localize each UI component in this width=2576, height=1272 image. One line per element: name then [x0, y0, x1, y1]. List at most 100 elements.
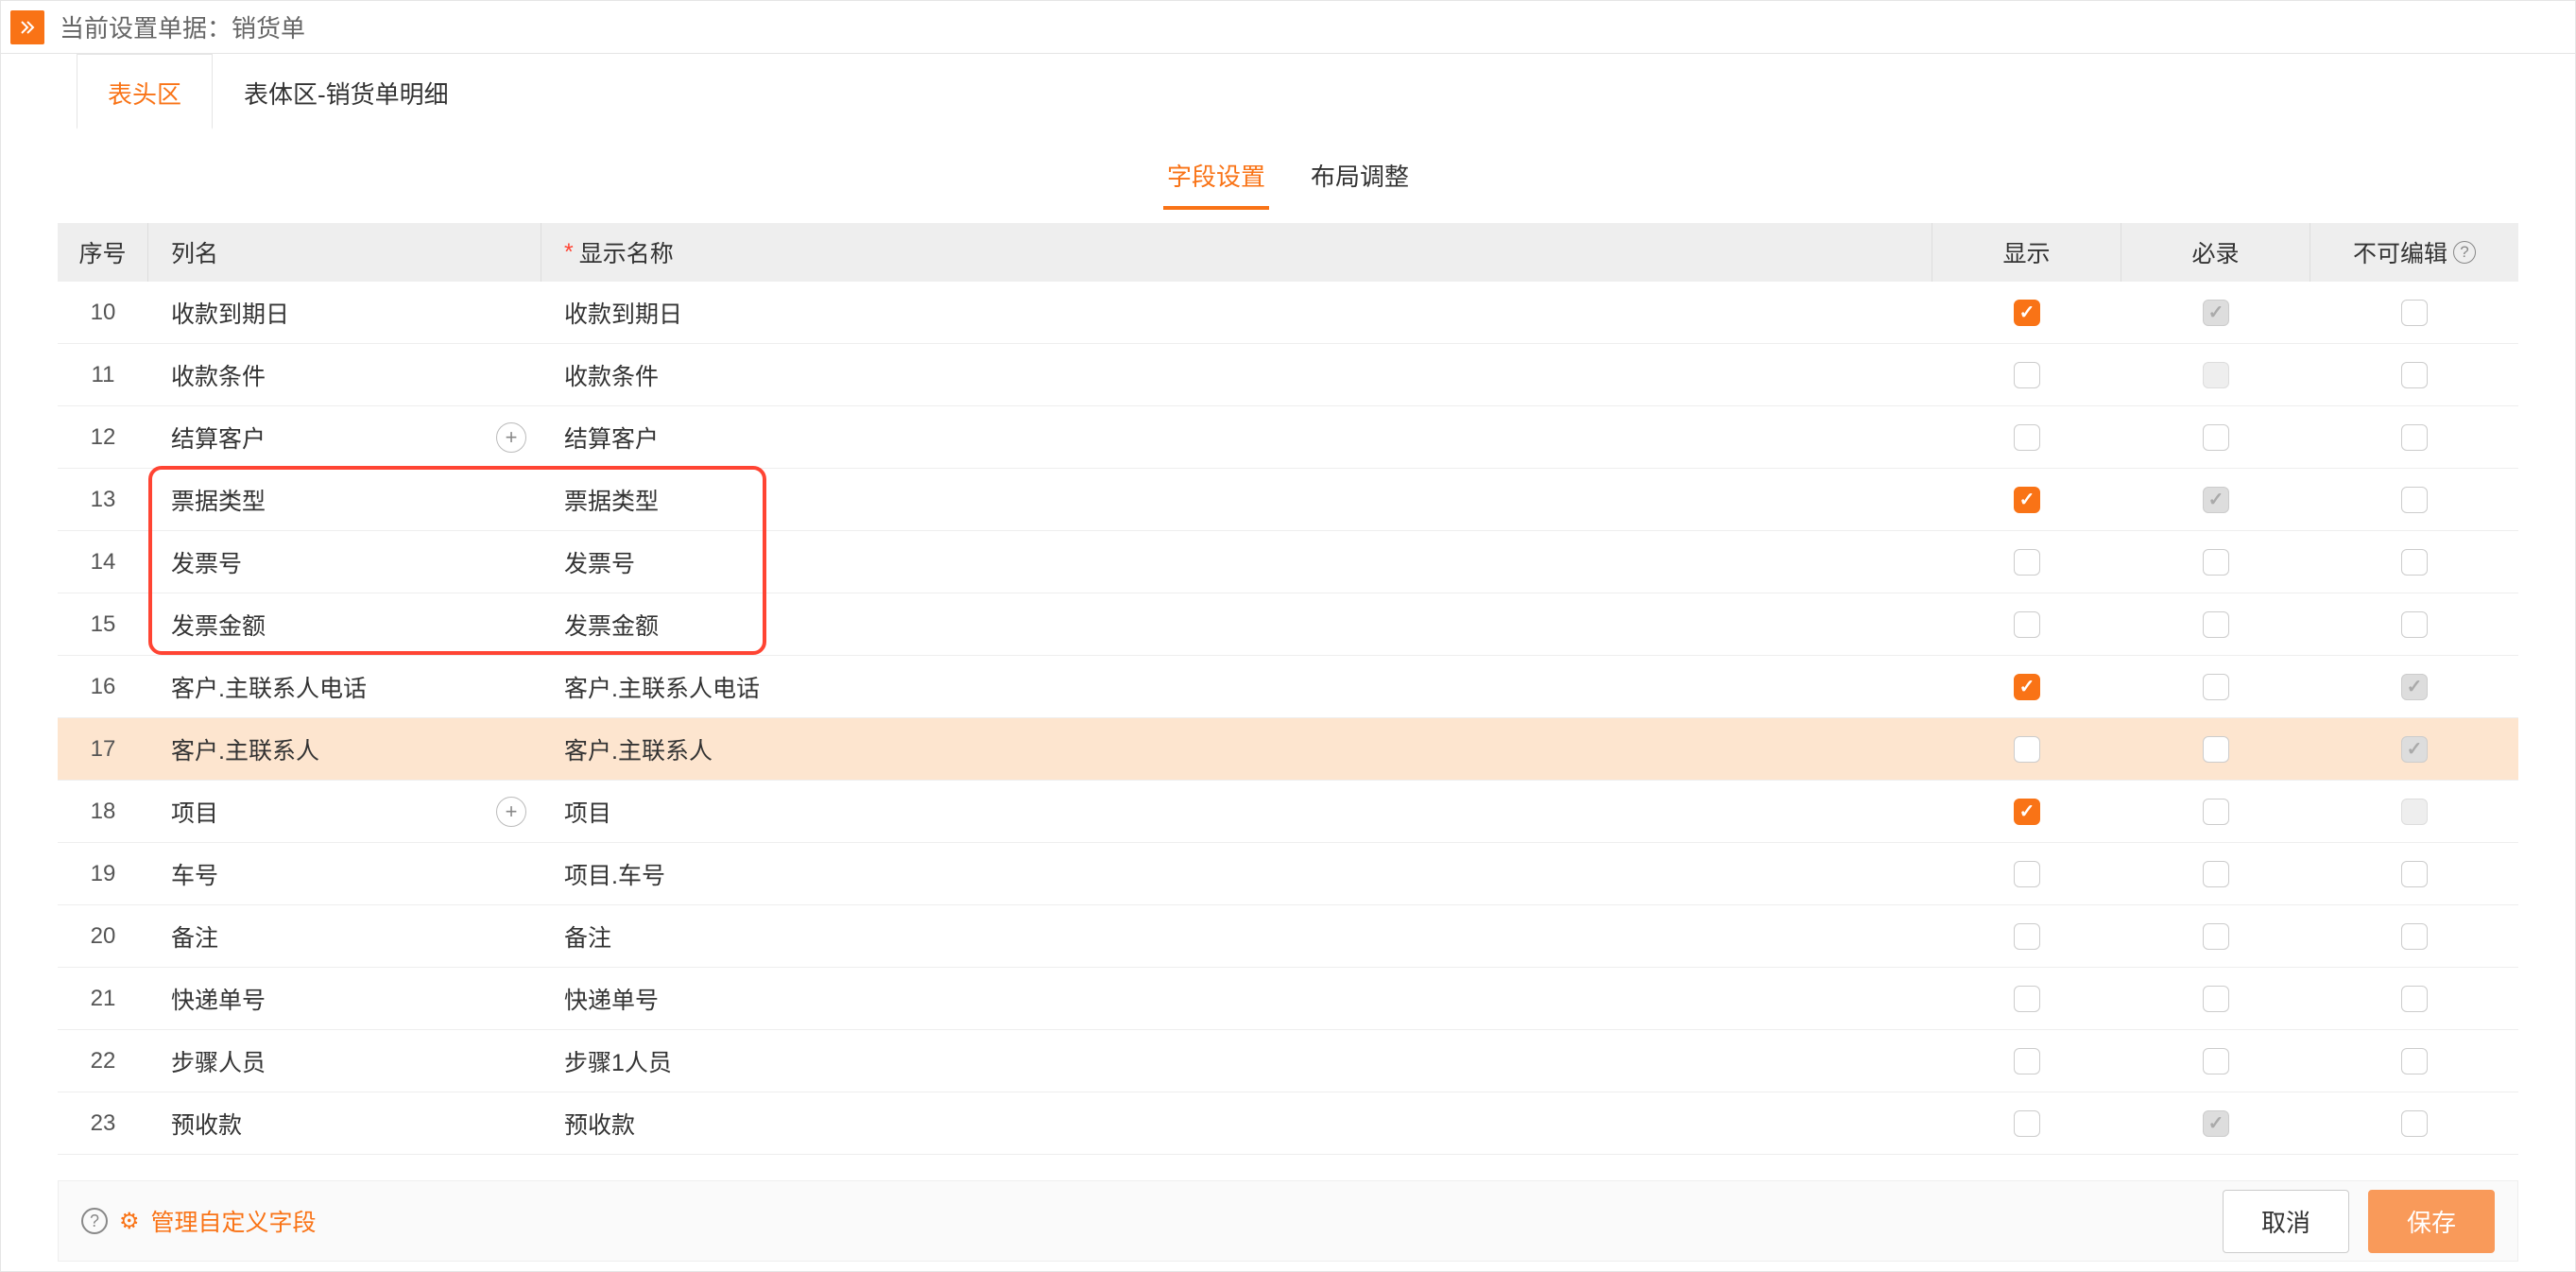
table-row: 13票据类型票据类型 [58, 469, 2518, 531]
row-show-cell [1932, 593, 2121, 655]
th-display-name-text: 显示名称 [579, 235, 674, 269]
chevron-right-double-icon [20, 20, 35, 35]
row-display-name[interactable]: 备注 [541, 905, 1932, 967]
bottom-bar: ? ⚙ 管理自定义字段 取消 保存 [58, 1180, 2518, 1262]
required-checkbox [2203, 362, 2229, 388]
row-display-name[interactable]: 发票号 [541, 531, 1932, 593]
expand-toggle[interactable] [10, 10, 44, 44]
add-sub-field-button[interactable]: + [496, 422, 526, 453]
noedit-checkbox[interactable] [2401, 923, 2428, 950]
row-noedit-cell [2310, 656, 2518, 717]
table-row: 19车号项目.车号 [58, 843, 2518, 905]
show-checkbox[interactable] [2014, 300, 2040, 326]
row-index: 19 [58, 843, 148, 904]
show-checkbox[interactable] [2014, 923, 2040, 950]
table-row: 21快递单号快递单号 [58, 968, 2518, 1030]
row-display-name[interactable]: 项目.车号 [541, 843, 1932, 904]
cancel-button[interactable]: 取消 [2223, 1190, 2349, 1253]
show-checkbox[interactable] [2014, 861, 2040, 887]
required-checkbox[interactable] [2203, 549, 2229, 576]
row-index: 10 [58, 282, 148, 343]
show-checkbox[interactable] [2014, 549, 2040, 576]
show-checkbox[interactable] [2014, 986, 2040, 1012]
noedit-checkbox[interactable] [2401, 362, 2428, 388]
th-display-name: * 显示名称 [541, 223, 1932, 282]
row-display-name[interactable]: 收款到期日 [541, 282, 1932, 343]
row-required-cell [2121, 656, 2310, 717]
row-noedit-cell [2310, 968, 2518, 1029]
noedit-checkbox [2401, 799, 2428, 825]
sub-tabs: 字段设置布局调整 [1, 148, 2575, 210]
table-row: 17客户.主联系人客户.主联系人 [58, 718, 2518, 781]
main-tab-1[interactable]: 表体区-销货单明细 [213, 54, 480, 129]
row-show-cell [1932, 781, 2121, 842]
show-checkbox[interactable] [2014, 362, 2040, 388]
row-show-cell [1932, 1030, 2121, 1092]
row-index: 22 [58, 1030, 148, 1092]
noedit-checkbox[interactable] [2401, 549, 2428, 576]
noedit-checkbox [2401, 736, 2428, 763]
row-display-name[interactable]: 客户.主联系人电话 [541, 656, 1932, 717]
add-sub-field-button[interactable]: + [496, 797, 526, 827]
sub-tab-0[interactable]: 字段设置 [1163, 148, 1269, 210]
row-index: 14 [58, 531, 148, 593]
th-column-name: 列名 [148, 223, 541, 282]
show-checkbox[interactable] [2014, 487, 2040, 513]
row-column-name: 票据类型 [148, 469, 541, 530]
row-show-cell [1932, 282, 2121, 343]
noedit-checkbox[interactable] [2401, 424, 2428, 451]
manage-custom-fields-link[interactable]: ? ⚙ 管理自定义字段 [81, 1204, 317, 1238]
th-noedit: 不可编辑 ? [2310, 223, 2518, 282]
required-checkbox[interactable] [2203, 986, 2229, 1012]
row-display-name[interactable]: 发票金额 [541, 593, 1932, 655]
required-checkbox [2203, 1110, 2229, 1137]
show-checkbox[interactable] [2014, 799, 2040, 825]
row-display-name[interactable]: 预收款 [541, 1092, 1932, 1154]
row-display-name[interactable]: 客户.主联系人 [541, 718, 1932, 780]
show-checkbox[interactable] [2014, 611, 2040, 638]
save-button[interactable]: 保存 [2368, 1190, 2495, 1253]
required-checkbox[interactable] [2203, 923, 2229, 950]
required-checkbox [2203, 487, 2229, 513]
row-index: 16 [58, 656, 148, 717]
required-checkbox[interactable] [2203, 799, 2229, 825]
required-checkbox[interactable] [2203, 736, 2229, 763]
show-checkbox[interactable] [2014, 424, 2040, 451]
noedit-checkbox[interactable] [2401, 986, 2428, 1012]
required-checkbox[interactable] [2203, 1048, 2229, 1074]
row-column-name: 客户.主联系人电话 [148, 656, 541, 717]
row-display-name[interactable]: 结算客户 [541, 406, 1932, 468]
row-column-name: 收款条件 [148, 344, 541, 405]
show-checkbox[interactable] [2014, 674, 2040, 700]
required-checkbox[interactable] [2203, 611, 2229, 638]
row-show-cell [1932, 843, 2121, 904]
noedit-checkbox[interactable] [2401, 611, 2428, 638]
main-tab-0[interactable]: 表头区 [77, 54, 213, 129]
show-checkbox[interactable] [2014, 1048, 2040, 1074]
table-header: 序号 列名 * 显示名称 显示 必录 不可编辑 ? [58, 223, 2518, 282]
show-checkbox[interactable] [2014, 1110, 2040, 1137]
row-required-cell [2121, 1092, 2310, 1154]
noedit-checkbox[interactable] [2401, 300, 2428, 326]
row-display-name[interactable]: 收款条件 [541, 344, 1932, 405]
noedit-checkbox[interactable] [2401, 861, 2428, 887]
noedit-checkbox[interactable] [2401, 487, 2428, 513]
row-noedit-cell [2310, 1030, 2518, 1092]
row-noedit-cell [2310, 469, 2518, 530]
field-table: 序号 列名 * 显示名称 显示 必录 不可编辑 ? 10收款到期日收款到期日11… [58, 223, 2518, 1155]
required-checkbox[interactable] [2203, 861, 2229, 887]
table-row: 15发票金额发票金额 [58, 593, 2518, 656]
noedit-checkbox[interactable] [2401, 1048, 2428, 1074]
show-checkbox[interactable] [2014, 736, 2040, 763]
row-display-name[interactable]: 步骤1人员 [541, 1030, 1932, 1092]
row-display-name[interactable]: 快递单号 [541, 968, 1932, 1029]
row-index: 11 [58, 344, 148, 405]
required-checkbox[interactable] [2203, 674, 2229, 700]
row-display-name[interactable]: 票据类型 [541, 469, 1932, 530]
help-icon[interactable]: ? [2453, 241, 2476, 264]
noedit-checkbox[interactable] [2401, 1110, 2428, 1137]
sub-tab-1[interactable]: 布局调整 [1307, 148, 1413, 210]
row-index: 21 [58, 968, 148, 1029]
required-checkbox[interactable] [2203, 424, 2229, 451]
row-display-name[interactable]: 项目 [541, 781, 1932, 842]
